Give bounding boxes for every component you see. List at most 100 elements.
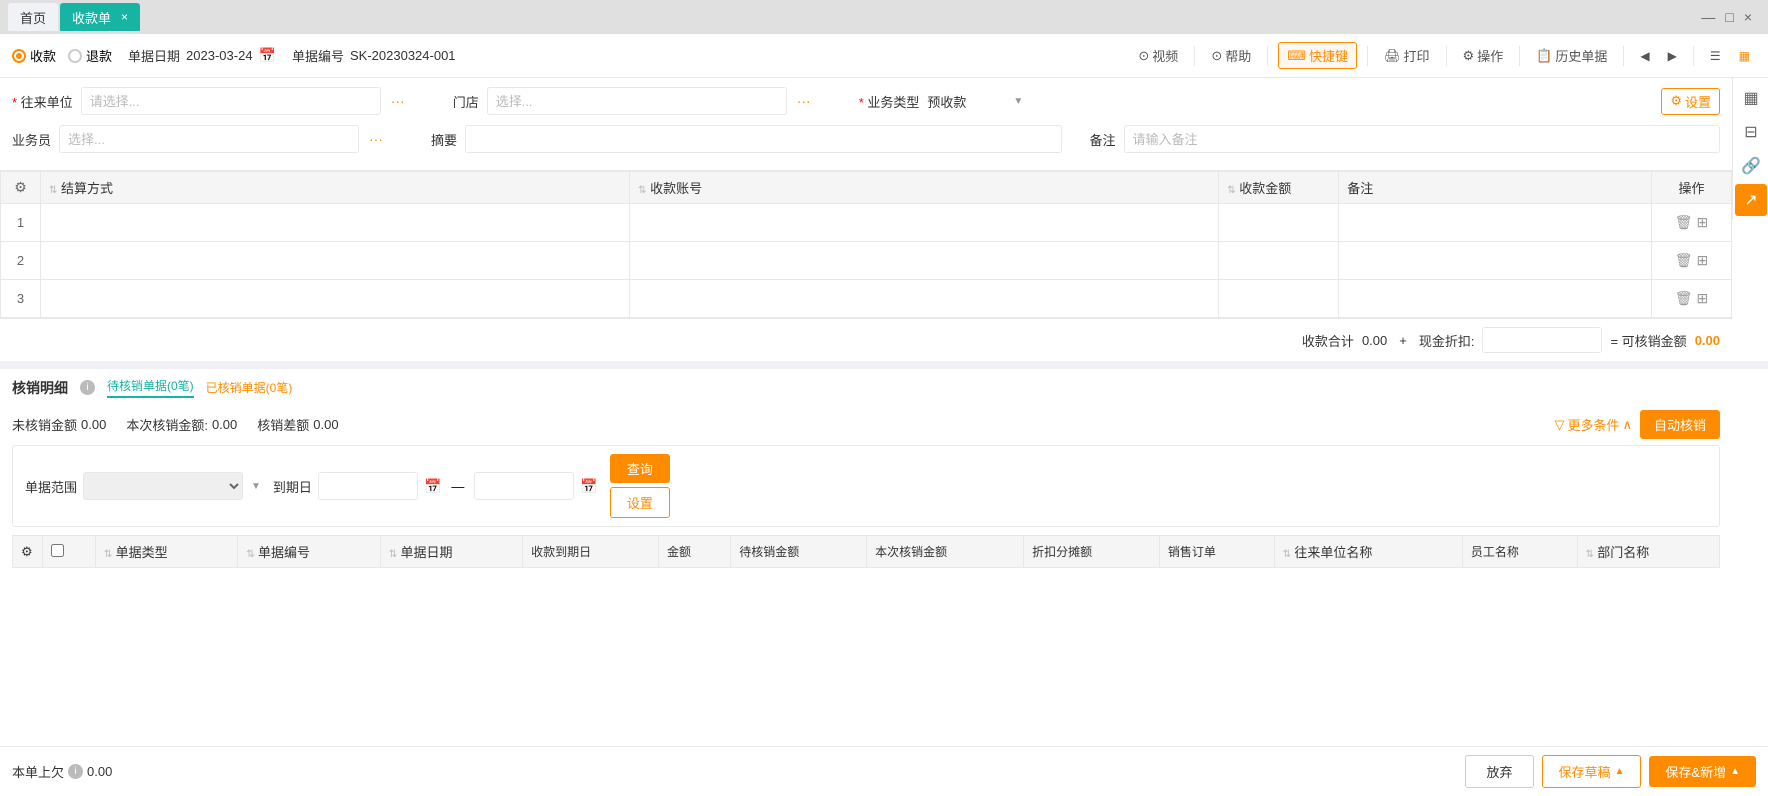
partner-more-icon[interactable]: ··· [391,93,405,109]
hexiao-title: 核销明细 [12,378,68,398]
select-all-checkbox[interactable] [51,544,64,557]
hexiao-settings-btn[interactable]: 设置 [610,487,670,518]
done-tab[interactable]: 已核销单据(0笔) [206,379,293,396]
col-sale-order: 销售订单 [1159,536,1274,568]
summary-input[interactable] [465,125,1061,153]
tab-receipt[interactable]: 收款单 × [60,3,140,31]
account-cell-1[interactable] [630,204,1219,242]
divider-6 [1623,46,1624,66]
total-label: 收款合计 [1302,331,1354,350]
sidebar-link-btn[interactable]: 🔗 [1735,150,1767,182]
unchecked-value: 0.00 [81,417,106,432]
amount-cell-1[interactable] [1219,204,1339,242]
calendar-icon[interactable]: 📅 [259,47,276,64]
amount-cell-2[interactable] [1219,242,1339,280]
save-btn[interactable]: 保存&新增 ▲ [1649,756,1756,787]
delete-icon-3[interactable]: 🗑 [1675,290,1693,307]
filter-actions: 查询 设置 [610,454,670,518]
discount-input[interactable] [1482,327,1602,353]
divider-7 [1693,46,1694,66]
copy-icon-2[interactable]: ⊞ [1697,252,1709,269]
staff-more-icon[interactable]: ··· [369,131,383,147]
pending-tab[interactable]: 待核销单据(0笔) [107,377,194,398]
sidebar-doc-btn[interactable]: ⊟ [1735,116,1767,148]
shop-input[interactable] [487,87,787,115]
remark-label: 备注 [1090,130,1116,149]
cal-icon-from[interactable]: 📅 [424,478,441,495]
amount-cell-3[interactable] [1219,280,1339,318]
account-cell-3[interactable] [630,280,1219,318]
table-settings-icon[interactable]: ⚙ [14,179,27,195]
query-btn[interactable]: 查询 [610,454,670,483]
divider-5 [1519,46,1520,66]
settings-button[interactable]: ⚙ 设置 [1661,88,1720,115]
radio-tui[interactable]: 退款 [68,46,112,65]
partner-input[interactable] [81,87,381,115]
more-filter-btn[interactable]: ▽ 更多条件 ∧ [1554,415,1632,434]
sidebar-table-btn[interactable]: ▦ [1735,82,1767,114]
settle-cell-2[interactable] [41,242,630,280]
sidebar-expand-btn[interactable]: ↗ [1735,184,1767,216]
shortcut-btn[interactable]: ⌨ 快捷键 [1278,42,1357,69]
shop-more-icon[interactable]: ··· [797,93,811,109]
window-min-btn[interactable]: — [1701,9,1715,25]
form-view-btn[interactable]: ▦ [1733,47,1756,65]
remark-cell-1[interactable] [1339,204,1652,242]
table-row: 3 🗑 ⊞ [1,280,1732,318]
help-btn[interactable]: ⊙ 帮助 [1205,44,1257,67]
number-value: SK-20230324-001 [350,48,456,63]
bottom-info-icon[interactable]: i [68,764,83,779]
hexiao-info-icon[interactable]: i [80,380,95,395]
date-separator: — [451,479,464,494]
remark-cell-2[interactable] [1339,242,1652,280]
print-btn[interactable]: 🖨 打印 [1378,44,1436,67]
settle-cell-3[interactable] [41,280,630,318]
filter-icon: ▽ [1554,417,1564,433]
history-btn[interactable]: 📋 历史单据 [1530,44,1613,67]
discard-btn[interactable]: 放弃 [1465,755,1533,788]
delete-icon-2[interactable]: 🗑 [1675,252,1693,269]
auto-hexiao-btn[interactable]: 自动核销 [1640,410,1720,439]
due-label: 到期日 [273,477,312,496]
gear-icon: ⚙ [1670,93,1682,109]
row-num-1: 1 [1,204,41,242]
draft-btn[interactable]: 保存草稿 ▲ [1542,755,1642,788]
nav-next-btn[interactable]: ▶ [1662,47,1683,65]
biz-type-arrow[interactable]: ▼ [1013,96,1023,107]
list-view-btn[interactable]: ☰ [1704,47,1727,65]
cal-icon-to[interactable]: 📅 [580,478,597,495]
delete-icon-1[interactable]: 🗑 [1675,214,1693,231]
nav-prev-btn[interactable]: ◀ [1634,47,1655,65]
range-label: 单据范围 [25,477,77,496]
remark-input[interactable] [1124,125,1720,153]
video-icon: ⊙ [1138,48,1149,64]
settle-cell-1[interactable] [41,204,630,242]
table-row: 1 🗑 ⊞ [1,204,1732,242]
window-max-btn[interactable]: □ [1725,9,1733,25]
tab-home[interactable]: 首页 [8,3,58,31]
radio-tui-label: 退款 [86,46,112,65]
copy-icon-3[interactable]: ⊞ [1697,290,1709,307]
bottom-bar: 本单上欠 i 0.00 放弃 保存草稿 ▲ 保存&新增 ▲ [0,746,1768,796]
current-label: 本次核销金额: [126,415,208,434]
col-current-amount: 本次核销金额 [867,536,1024,568]
video-btn[interactable]: ⊙ 视频 [1132,44,1184,67]
divider-3 [1367,46,1368,66]
section-divider [0,361,1768,369]
tab-close-icon[interactable]: × [121,10,128,24]
radio-shou[interactable]: 收款 [12,46,56,65]
gear-icon-bottom[interactable]: ⚙ [21,544,33,559]
copy-icon-1[interactable]: ⊞ [1697,214,1709,231]
col-account: ⇅ 收款账号 [630,172,1219,204]
account-cell-2[interactable] [630,242,1219,280]
range-select[interactable] [83,472,243,500]
col-due-date: 收款到期日 [523,536,659,568]
ops-btn[interactable]: ⚙ 操作 [1457,44,1510,67]
date-from-input[interactable]: 2022-04-01 [318,472,418,500]
window-close-btn[interactable]: × [1744,9,1752,25]
staff-input[interactable] [59,125,359,153]
remark-cell-3[interactable] [1339,280,1652,318]
shop-label: 门店 [453,92,479,111]
date-to-input[interactable]: 2022-04-12 [474,472,574,500]
range-arrow[interactable]: ▼ [251,481,261,492]
